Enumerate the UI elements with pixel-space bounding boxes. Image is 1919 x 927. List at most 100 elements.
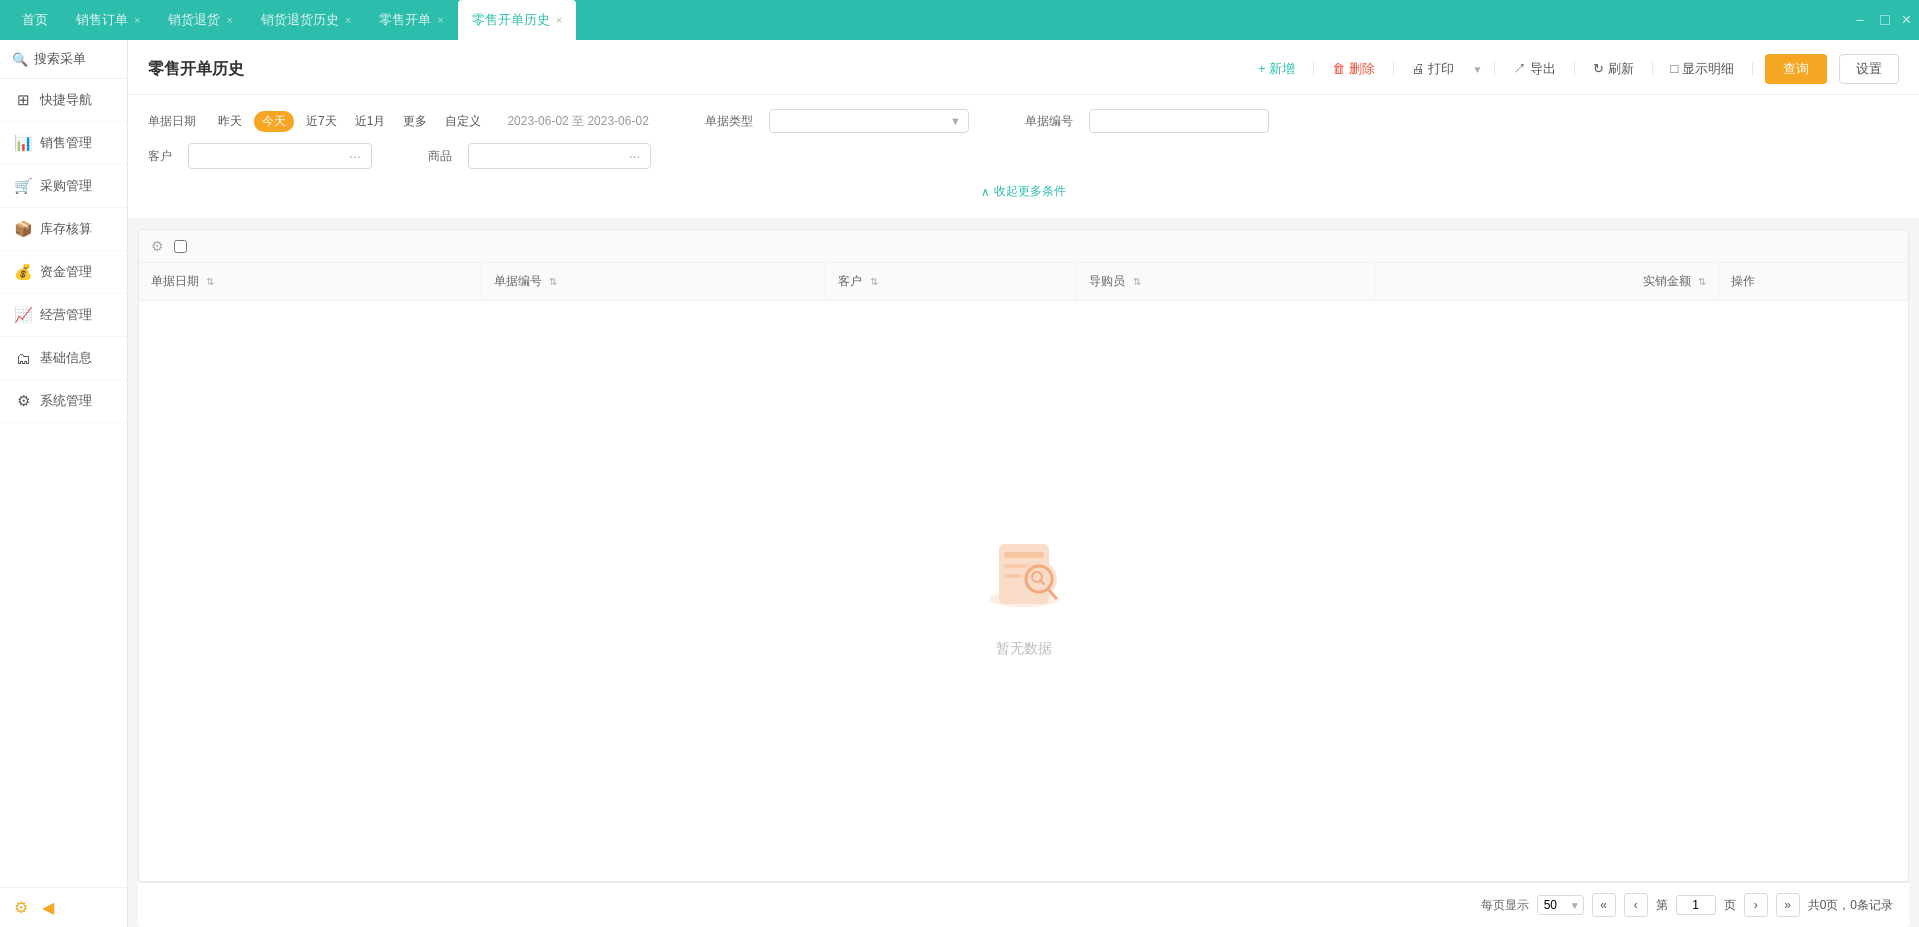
collapse-icon: ∧ (981, 185, 990, 199)
sidebar-search[interactable]: 🔍 搜索采单 (0, 40, 127, 79)
bill-type-select-wrapper: ▼ (769, 109, 969, 133)
sort-no-icon[interactable]: ⇅ (549, 276, 557, 287)
divider (1393, 62, 1394, 76)
table-settings-icon[interactable]: ⚙ (151, 238, 164, 254)
col-customer[interactable]: 客户 ⇅ (826, 263, 1077, 301)
page-header: 零售开单历史 + 新增 🗑 删除 🖨 打印 ▼ ↗ 导出 ↻ 刷新 □ 显示明细… (128, 40, 1919, 95)
page-first-btn[interactable]: « (1592, 893, 1616, 917)
page-size-select[interactable]: 50 10 20 100 (1537, 895, 1584, 915)
refresh-button[interactable]: ↻ 刷新 (1587, 56, 1640, 82)
goods-input-wrap: ··· (468, 143, 652, 169)
col-guide[interactable]: 导购员 ⇅ (1077, 263, 1375, 301)
sidebar: 🔍 搜索采单 ⊞ 快捷导航 📊 销售管理 🛒 采购管理 📦 库存核算 💰 资金管… (0, 40, 128, 927)
total-label: 共0页，0条记录 (1808, 897, 1893, 914)
date-opt-yesterday[interactable]: 昨天 (212, 111, 248, 132)
date-opt-last1month[interactable]: 近1月 (349, 111, 392, 132)
tab-home[interactable]: 首页 (8, 11, 62, 29)
sidebar-item-operations[interactable]: 📈 经营管理 (0, 294, 127, 337)
goods-input[interactable] (479, 149, 629, 163)
bill-type-select[interactable] (769, 109, 969, 133)
close-btn[interactable]: × (1902, 11, 1911, 29)
tab-sales-order[interactable]: 销售订单 × (62, 0, 154, 40)
divider (1494, 62, 1495, 76)
divider (1652, 62, 1653, 76)
query-button[interactable]: 查询 (1765, 54, 1827, 84)
filter-area: 单据日期 昨天 今天 近7天 近1月 更多 自定义 2023-06-02 至 2… (128, 95, 1919, 219)
sort-amount-icon[interactable]: ⇅ (1698, 276, 1706, 287)
divider (1313, 62, 1314, 76)
sidebar-item-label: 基础信息 (40, 349, 92, 367)
sidebar-item-quick-nav[interactable]: ⊞ 快捷导航 (0, 79, 127, 122)
col-no[interactable]: 单据编号 ⇅ (481, 263, 825, 301)
sidebar-item-label: 销售管理 (40, 134, 92, 152)
col-action: 操作 (1719, 263, 1908, 301)
col-date[interactable]: 单据日期 ⇅ (139, 263, 481, 301)
page-last-btn[interactable]: » (1776, 893, 1800, 917)
date-label: 单据日期 (148, 113, 196, 130)
tab-retail-open[interactable]: 零售开单 × (365, 0, 457, 40)
table-header-row: 单据日期 ⇅ 单据编号 ⇅ 客户 ⇅ 导购员 ⇅ (139, 263, 1908, 301)
sort-guide-icon[interactable]: ⇅ (1133, 276, 1141, 287)
bill-no-input[interactable] (1100, 114, 1258, 128)
settings-button[interactable]: 设置 (1839, 54, 1899, 84)
pagination: 每页显示 50 10 20 100 ▼ « ‹ 第 页 › » 共0页，0条记录 (138, 882, 1909, 927)
delete-button[interactable]: 🗑 删除 (1326, 56, 1381, 82)
date-opt-today[interactable]: 今天 (254, 111, 294, 132)
bill-no-label: 单据编号 (1025, 113, 1073, 130)
close-tab-sales-return-icon[interactable]: × (226, 14, 232, 26)
page-next-btn[interactable]: › (1744, 893, 1768, 917)
customer-input[interactable] (199, 149, 349, 163)
bottom-settings-icon[interactable]: ⚙ (14, 898, 28, 917)
select-all-checkbox[interactable] (174, 240, 187, 253)
export-button[interactable]: ↗ 导出 (1507, 56, 1562, 82)
close-tab-sales-order-icon[interactable]: × (134, 14, 140, 26)
close-tab-retail-open-history-icon[interactable]: × (556, 14, 562, 26)
sidebar-item-sys-mgmt[interactable]: ⚙ 系统管理 (0, 380, 127, 423)
page-number-input[interactable] (1676, 895, 1716, 915)
sort-customer-icon[interactable]: ⇅ (870, 276, 878, 287)
sidebar-item-finance[interactable]: 💰 资金管理 (0, 251, 127, 294)
sidebar-item-sales-mgmt[interactable]: 📊 销售管理 (0, 122, 127, 165)
date-opt-custom[interactable]: 自定义 (439, 111, 487, 132)
table-toolbar: ⚙ (139, 230, 1908, 263)
sort-date-icon[interactable]: ⇅ (206, 276, 214, 287)
sidebar-item-purchase-mgmt[interactable]: 🛒 采购管理 (0, 165, 127, 208)
content-area: 零售开单历史 + 新增 🗑 删除 🖨 打印 ▼ ↗ 导出 ↻ 刷新 □ 显示明细… (128, 40, 1919, 927)
print-button[interactable]: 🖨 打印 (1406, 56, 1461, 82)
bottom-collapse-icon[interactable]: ◀ (42, 898, 54, 917)
close-tab-retail-open-icon[interactable]: × (437, 14, 443, 26)
divider (1574, 62, 1575, 76)
date-opt-last7[interactable]: 近7天 (300, 111, 343, 132)
search-icon: 🔍 (12, 52, 28, 67)
empty-illustration (974, 524, 1074, 624)
page-label: 第 (1656, 897, 1668, 914)
purchase-mgmt-icon: 🛒 (14, 177, 32, 195)
date-opt-more[interactable]: 更多 (397, 111, 433, 132)
operations-icon: 📈 (14, 306, 32, 324)
add-button[interactable]: + 新增 (1252, 56, 1301, 82)
customer-picker-icon[interactable]: ··· (349, 148, 361, 164)
display-detail-button[interactable]: □ 显示明细 (1665, 56, 1740, 82)
tab-retail-open-history[interactable]: 零售开单历史 × (458, 0, 576, 40)
tab-sales-return[interactable]: 销货退货 × (154, 0, 246, 40)
tab-sales-return-history[interactable]: 销货退货历史 × (247, 0, 365, 40)
close-tab-sales-return-history-icon[interactable]: × (345, 14, 351, 26)
minimize-btn[interactable]: － (1852, 10, 1868, 31)
sidebar-item-label: 库存核算 (40, 220, 92, 238)
finance-icon: 💰 (14, 263, 32, 281)
col-amount[interactable]: 实销金额 ⇅ (1374, 263, 1718, 301)
sys-mgmt-icon: ⚙ (14, 392, 32, 410)
collapse-btn[interactable]: ∧ 收起更多条件 (148, 179, 1899, 204)
goods-picker-icon[interactable]: ··· (629, 148, 641, 164)
sidebar-item-inventory[interactable]: 📦 库存核算 (0, 208, 127, 251)
filter-row-2: 客户 ··· 商品 ··· (148, 143, 1899, 169)
filter-row-1: 单据日期 昨天 今天 近7天 近1月 更多 自定义 2023-06-02 至 2… (148, 109, 1899, 133)
sidebar-item-label: 资金管理 (40, 263, 92, 281)
customer-label: 客户 (148, 148, 172, 165)
print-dropdown-icon[interactable]: ▼ (1472, 64, 1482, 75)
header-actions: + 新增 🗑 删除 🖨 打印 ▼ ↗ 导出 ↻ 刷新 □ 显示明细 查询 设置 (1252, 54, 1899, 84)
page-prev-btn[interactable]: ‹ (1624, 893, 1648, 917)
sidebar-item-base-info[interactable]: 🗂 基础信息 (0, 337, 127, 380)
empty-text: 暂无数据 (996, 640, 1052, 658)
maximize-btn[interactable]: □ (1880, 11, 1890, 29)
